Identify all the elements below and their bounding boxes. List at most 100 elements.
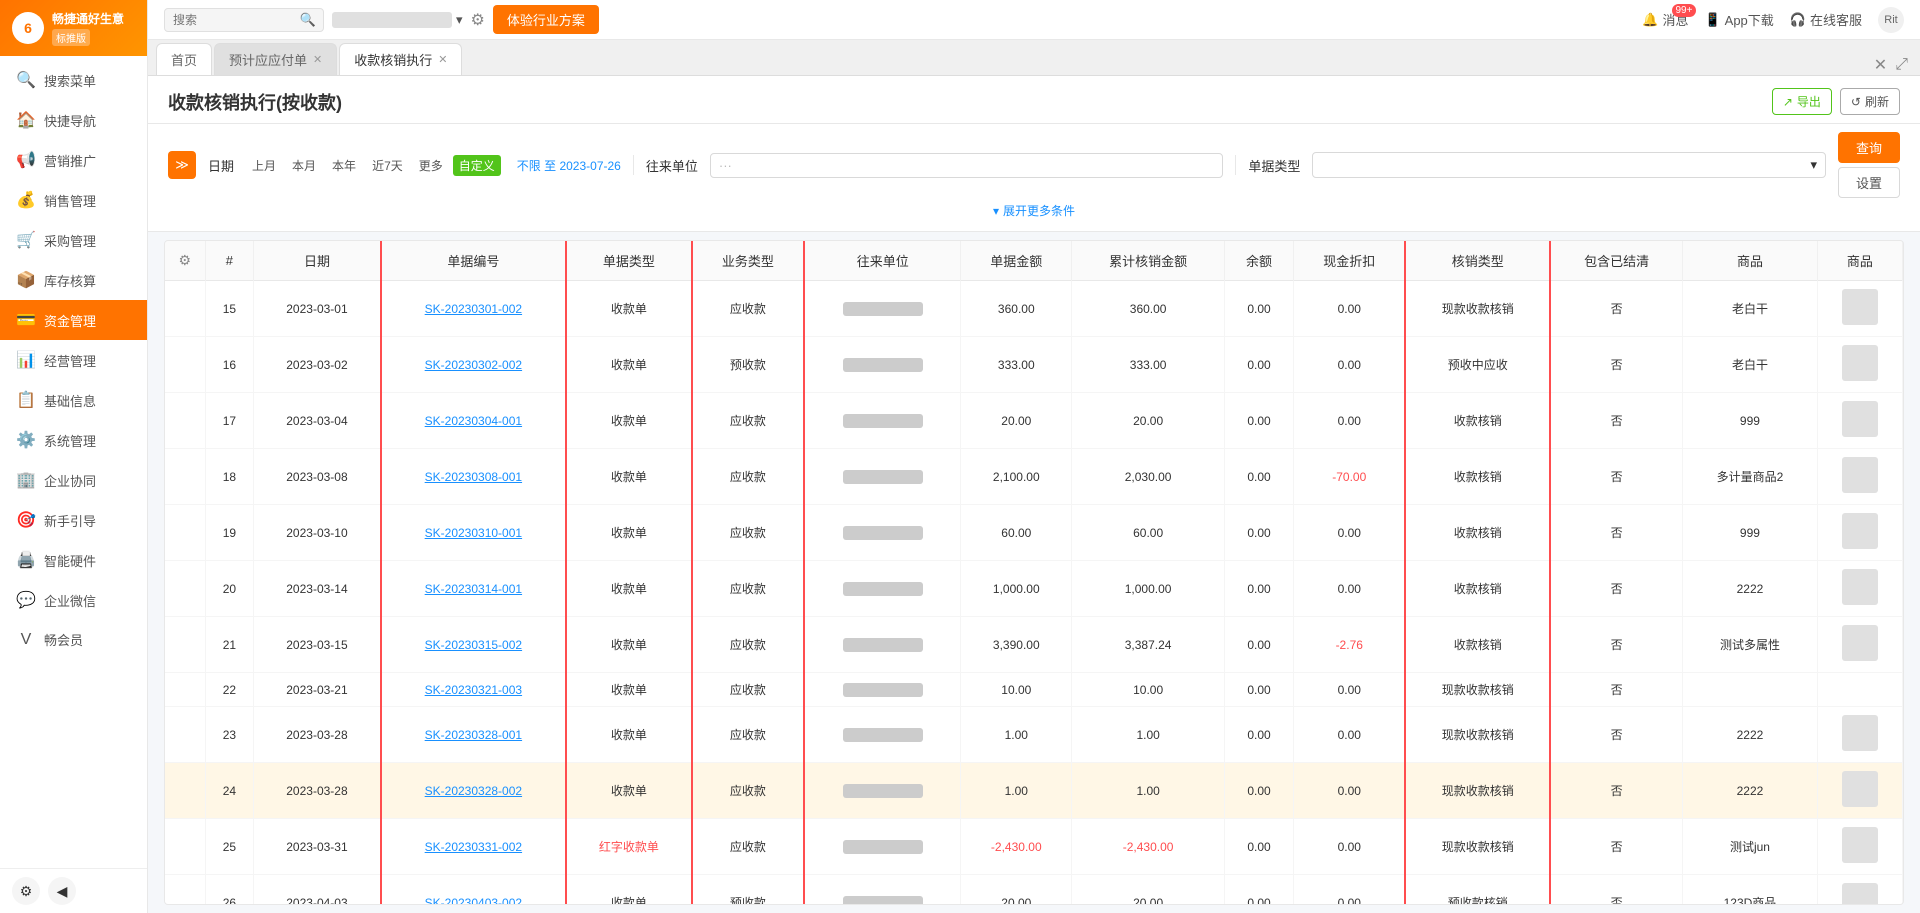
expand-more-conditions-btn[interactable]: ▾ 展开更多条件 (993, 202, 1075, 219)
refresh-button[interactable]: ↺ 刷新 (1840, 88, 1900, 115)
td-include-settled-7: 否 (1550, 673, 1683, 707)
this-month-btn[interactable]: 本月 (286, 155, 322, 176)
solution-button[interactable]: 体验行业方案 (493, 5, 599, 34)
td-num-11: 26 (205, 875, 254, 906)
topbar-dropdown[interactable]: ▾ (332, 12, 463, 28)
doc-no-link-6[interactable]: SK-20230315-002 (425, 638, 522, 652)
query-button[interactable]: 查询 (1838, 132, 1900, 163)
td-doc-no-2[interactable]: SK-20230304-001 (381, 393, 567, 449)
td-written-off-6: 3,387.24 (1072, 617, 1225, 673)
sidebar-item-marketing[interactable]: 📢 营销推广 (0, 140, 147, 180)
td-doc-type-4: 收款单 (566, 505, 691, 561)
td-doc-no-11[interactable]: SK-20230403-002 (381, 875, 567, 906)
td-write-off-type-3: 收款核销 (1405, 449, 1550, 505)
sidebar-item-member[interactable]: V 畅会员 (0, 620, 147, 659)
tab-home[interactable]: 首页 (156, 43, 212, 75)
td-doc-no-5[interactable]: SK-20230314-001 (381, 561, 567, 617)
sidebar-item-purchase[interactable]: 🛒 采购管理 (0, 220, 147, 260)
doc-no-link-10[interactable]: SK-20230331-002 (425, 840, 522, 854)
sidebar-item-quicknav[interactable]: 🏠 快捷导航 (0, 100, 147, 140)
doc-no-link-7[interactable]: SK-20230321-003 (425, 683, 522, 697)
this-year-btn[interactable]: 本年 (326, 155, 362, 176)
filter-settings-button[interactable]: 设置 (1838, 167, 1900, 198)
doc-no-link-1[interactable]: SK-20230302-002 (425, 358, 522, 372)
td-doc-no-9[interactable]: SK-20230328-002 (381, 763, 567, 819)
sidebar-item-finance[interactable]: 💳 资金管理 (0, 300, 147, 340)
page-header-actions: ↗ 导出 ↺ 刷新 (1772, 88, 1900, 115)
online-support-btn[interactable]: 🎧 在线客服 (1790, 10, 1862, 29)
sidebar-item-operations[interactable]: 📊 经营管理 (0, 340, 147, 380)
sidebar-item-search[interactable]: 🔍 搜索菜单 (0, 60, 147, 100)
td-cash-discount-2: 0.00 (1294, 393, 1406, 449)
doc-no-link-5[interactable]: SK-20230314-001 (425, 582, 522, 596)
doc-no-link-8[interactable]: SK-20230328-001 (425, 728, 522, 742)
dropdown-value (332, 12, 452, 28)
notification-btn[interactable]: 🔔 消息 99+ (1642, 10, 1688, 29)
settings-gear-icon[interactable]: ⚙ (12, 877, 40, 905)
user-avatar[interactable]: Rit (1878, 7, 1904, 33)
td-amount-2: 20.00 (961, 393, 1072, 449)
sidebar-item-sales[interactable]: 💰 销售管理 (0, 180, 147, 220)
sidebar-item-hardware[interactable]: 🖨️ 智能硬件 (0, 540, 147, 580)
td-doc-no-3[interactable]: SK-20230308-001 (381, 449, 567, 505)
custom-date-btn[interactable]: 自定义 (453, 155, 501, 176)
td-doc-no-0[interactable]: SK-20230301-002 (381, 281, 567, 337)
td-write-off-type-6: 收款核销 (1405, 617, 1550, 673)
td-goods-img-6 (1817, 617, 1902, 673)
sidebar-item-enterprise[interactable]: 🏢 企业协同 (0, 460, 147, 500)
operations-icon: 📊 (16, 350, 36, 370)
td-balance-4: 0.00 (1224, 505, 1293, 561)
sidebar-item-inventory[interactable]: 📦 库存核算 (0, 260, 147, 300)
td-doc-no-1[interactable]: SK-20230302-002 (381, 337, 567, 393)
chevron-down-icon: ▾ (993, 204, 999, 218)
td-write-off-type-10: 现款收款核销 (1405, 819, 1550, 875)
doc-no-link-11[interactable]: SK-20230403-002 (425, 896, 522, 906)
table-row: 20 2023-03-14 SK-20230314-001 收款单 应收款 1,… (165, 561, 1903, 617)
close-window-icon[interactable]: ✕ (1874, 55, 1887, 75)
maximize-window-icon[interactable]: ⤢ (1895, 56, 1908, 74)
last-7-days-btn[interactable]: 近7天 (366, 155, 409, 176)
filter-toggle-btn[interactable]: ≫ (168, 151, 196, 179)
topbar-gear-icon[interactable]: ⚙ (471, 10, 485, 30)
column-settings-icon[interactable]: ⚙ (178, 252, 191, 268)
last-month-btn[interactable]: 上月 (246, 155, 282, 176)
sidebar-item-basic[interactable]: 📋 基础信息 (0, 380, 147, 420)
td-setting-7 (165, 673, 205, 707)
doc-no-link-4[interactable]: SK-20230310-001 (425, 526, 522, 540)
td-written-off-3: 2,030.00 (1072, 449, 1225, 505)
export-button[interactable]: ↗ 导出 (1772, 88, 1832, 115)
td-balance-1: 0.00 (1224, 337, 1293, 393)
doc-no-link-3[interactable]: SK-20230308-001 (425, 470, 522, 484)
partner-dots: ··· (719, 158, 732, 173)
collapse-icon[interactable]: ◀ (48, 877, 76, 905)
td-doc-no-7[interactable]: SK-20230321-003 (381, 673, 567, 707)
td-doc-no-10[interactable]: SK-20230331-002 (381, 819, 567, 875)
td-goods-6: 测试多属性 (1683, 617, 1818, 673)
doc-no-link-2[interactable]: SK-20230304-001 (425, 414, 522, 428)
td-doc-no-4[interactable]: SK-20230310-001 (381, 505, 567, 561)
topbar-right: 🔔 消息 99+ 📱 App下载 🎧 在线客服 Rit (1642, 7, 1904, 33)
tab-prepay[interactable]: 预计应应付单 ✕ (214, 43, 337, 75)
tab-collection[interactable]: 收款核销执行 ✕ (339, 43, 462, 75)
doc-type-select[interactable]: ▾ (1312, 152, 1826, 178)
sidebar-item-wechat[interactable]: 💬 企业微信 (0, 580, 147, 620)
collection-tab-close-icon[interactable]: ✕ (438, 53, 447, 66)
doc-no-link-0[interactable]: SK-20230301-002 (425, 302, 522, 316)
td-cash-discount-6: -2.76 (1294, 617, 1406, 673)
table-row: 16 2023-03-02 SK-20230302-002 收款单 预收款 33… (165, 337, 1903, 393)
doc-no-link-9[interactable]: SK-20230328-002 (425, 784, 522, 798)
td-doc-no-6[interactable]: SK-20230315-002 (381, 617, 567, 673)
prepay-tab-close-icon[interactable]: ✕ (313, 53, 322, 66)
more-date-btn[interactable]: 更多 (413, 155, 449, 176)
td-setting-4 (165, 505, 205, 561)
td-setting-0 (165, 281, 205, 337)
sidebar-item-system[interactable]: ⚙️ 系统管理 (0, 420, 147, 460)
app-download-btn[interactable]: 📱 App下载 (1704, 10, 1773, 29)
th-goods: 商品 (1683, 241, 1818, 281)
td-doc-no-8[interactable]: SK-20230328-001 (381, 707, 567, 763)
sidebar-item-guide[interactable]: 🎯 新手引导 (0, 500, 147, 540)
partner-input[interactable]: ··· (710, 153, 1224, 178)
td-doc-type-8: 收款单 (566, 707, 691, 763)
td-cash-discount-4: 0.00 (1294, 505, 1406, 561)
td-partner-5 (804, 561, 961, 617)
